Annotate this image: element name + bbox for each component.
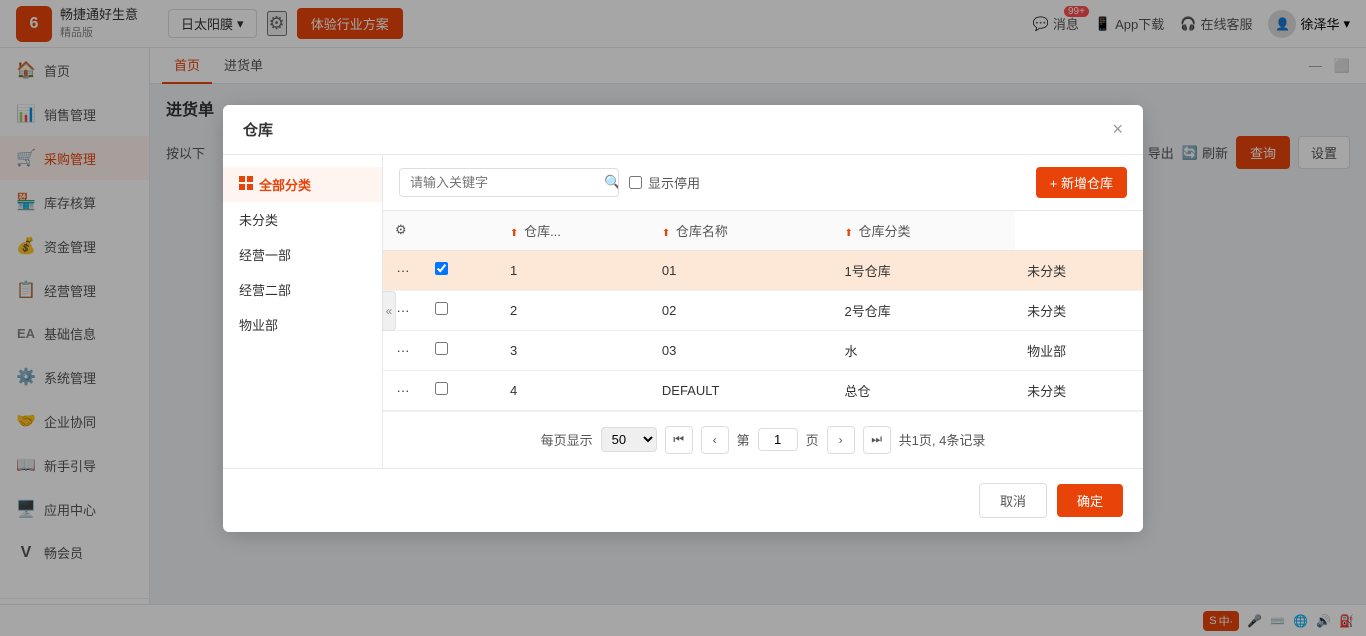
pagination: 每页显示 50 10 20 100 ⏮ ‹ 第 页 › ⏭ 共1页, 4条记录 — [383, 411, 1143, 468]
row-index: 1 — [498, 250, 650, 290]
row-checkbox[interactable] — [435, 262, 448, 275]
row-checkbox-cell — [423, 290, 498, 330]
row-name: 水 — [833, 330, 1016, 370]
col-code[interactable]: ⬆ 仓库... — [498, 210, 650, 250]
table-row[interactable]: ··· 1 01 1号仓库 未分类 — [383, 250, 1143, 290]
col-category[interactable]: ⬆ 仓库分类 — [833, 210, 1016, 250]
sort-icon: ⬆ — [845, 228, 853, 239]
modal-close-button[interactable]: × — [1112, 119, 1123, 140]
table-row[interactable]: ··· 3 03 水 物业部 — [383, 330, 1143, 370]
row-name: 1号仓库 — [833, 250, 1016, 290]
row-category: 未分类 — [1015, 290, 1143, 330]
sort-icon: ⬆ — [510, 228, 518, 239]
last-page-button[interactable]: ⏭ — [863, 426, 891, 454]
col-name[interactable]: ⬆ 仓库名称 — [650, 210, 833, 250]
show-disabled-checkbox-label[interactable]: 显示停用 — [629, 173, 700, 192]
modal-body: 全部分类 未分类 经营一部 经营二部 物业部 « — [223, 155, 1143, 468]
row-checkbox[interactable] — [435, 302, 448, 315]
row-code: 03 — [650, 330, 833, 370]
table-scroll-area: ⚙ ⬆ 仓库... ⬆ 仓库名称 — [383, 210, 1143, 411]
per-page-select[interactable]: 50 10 20 100 — [601, 427, 657, 452]
table-toolbar: 🔍 显示停用 + 新增仓库 — [383, 155, 1143, 210]
col-gear: ⚙ — [383, 210, 423, 250]
tree-item-op2[interactable]: 经营二部 — [223, 272, 382, 307]
row-code: 02 — [650, 290, 833, 330]
row-index: 4 — [498, 370, 650, 410]
row-gear-icon[interactable]: ··· — [383, 330, 423, 370]
next-page-button[interactable]: › — [827, 426, 855, 454]
sort-icon: ⬆ — [662, 228, 670, 239]
confirm-button[interactable]: 确定 — [1057, 484, 1123, 517]
tree-item-op1[interactable]: 经营一部 — [223, 237, 382, 272]
row-checkbox[interactable] — [435, 342, 448, 355]
show-disabled-checkbox[interactable] — [629, 176, 642, 189]
row-code: 01 — [650, 250, 833, 290]
row-index: 3 — [498, 330, 650, 370]
tree-item-property[interactable]: 物业部 — [223, 307, 382, 342]
tree-item-all[interactable]: 全部分类 — [223, 167, 382, 202]
modal-title: 仓库 — [243, 119, 273, 140]
row-gear-icon[interactable]: ··· — [383, 370, 423, 410]
row-checkbox[interactable] — [435, 382, 448, 395]
search-button[interactable]: 🔍 — [596, 174, 619, 191]
table-row[interactable]: ··· 2 02 2号仓库 未分类 — [383, 290, 1143, 330]
tree-panel: 全部分类 未分类 经营一部 经营二部 物业部 « — [223, 155, 383, 468]
row-checkbox-cell — [423, 250, 498, 290]
page-input[interactable] — [758, 428, 798, 451]
add-warehouse-button[interactable]: + 新增仓库 — [1036, 167, 1127, 198]
row-category: 物业部 — [1015, 330, 1143, 370]
table-row[interactable]: ··· 4 DEFAULT 总仓 未分类 — [383, 370, 1143, 410]
row-code: DEFAULT — [650, 370, 833, 410]
modal-footer: 取消 确定 — [223, 468, 1143, 532]
row-category: 未分类 — [1015, 250, 1143, 290]
row-category: 未分类 — [1015, 370, 1143, 410]
search-input-wrap: 🔍 — [399, 168, 619, 197]
tree-collapse-button[interactable]: « — [382, 291, 396, 331]
first-page-button[interactable]: ⏮ — [665, 426, 693, 454]
row-index: 2 — [498, 290, 650, 330]
search-input[interactable] — [400, 169, 596, 196]
row-name: 总仓 — [833, 370, 1016, 410]
warehouse-modal: 仓库 × 全部分类 — [223, 105, 1143, 532]
modal-overlay: 仓库 × 全部分类 — [0, 0, 1366, 636]
tree-item-unclassified[interactable]: 未分类 — [223, 202, 382, 237]
row-name: 2号仓库 — [833, 290, 1016, 330]
col-checkbox — [423, 210, 498, 250]
row-gear-icon[interactable]: ··· — [383, 250, 423, 290]
row-checkbox-cell — [423, 370, 498, 410]
warehouse-table: ⚙ ⬆ 仓库... ⬆ 仓库名称 — [383, 210, 1143, 411]
modal-header: 仓库 × — [223, 105, 1143, 155]
prev-page-button[interactable]: ‹ — [701, 426, 729, 454]
cancel-button[interactable]: 取消 — [979, 483, 1047, 518]
grid-icon — [239, 176, 253, 193]
row-checkbox-cell — [423, 330, 498, 370]
table-panel: 🔍 显示停用 + 新增仓库 ⚙ — [383, 155, 1143, 468]
